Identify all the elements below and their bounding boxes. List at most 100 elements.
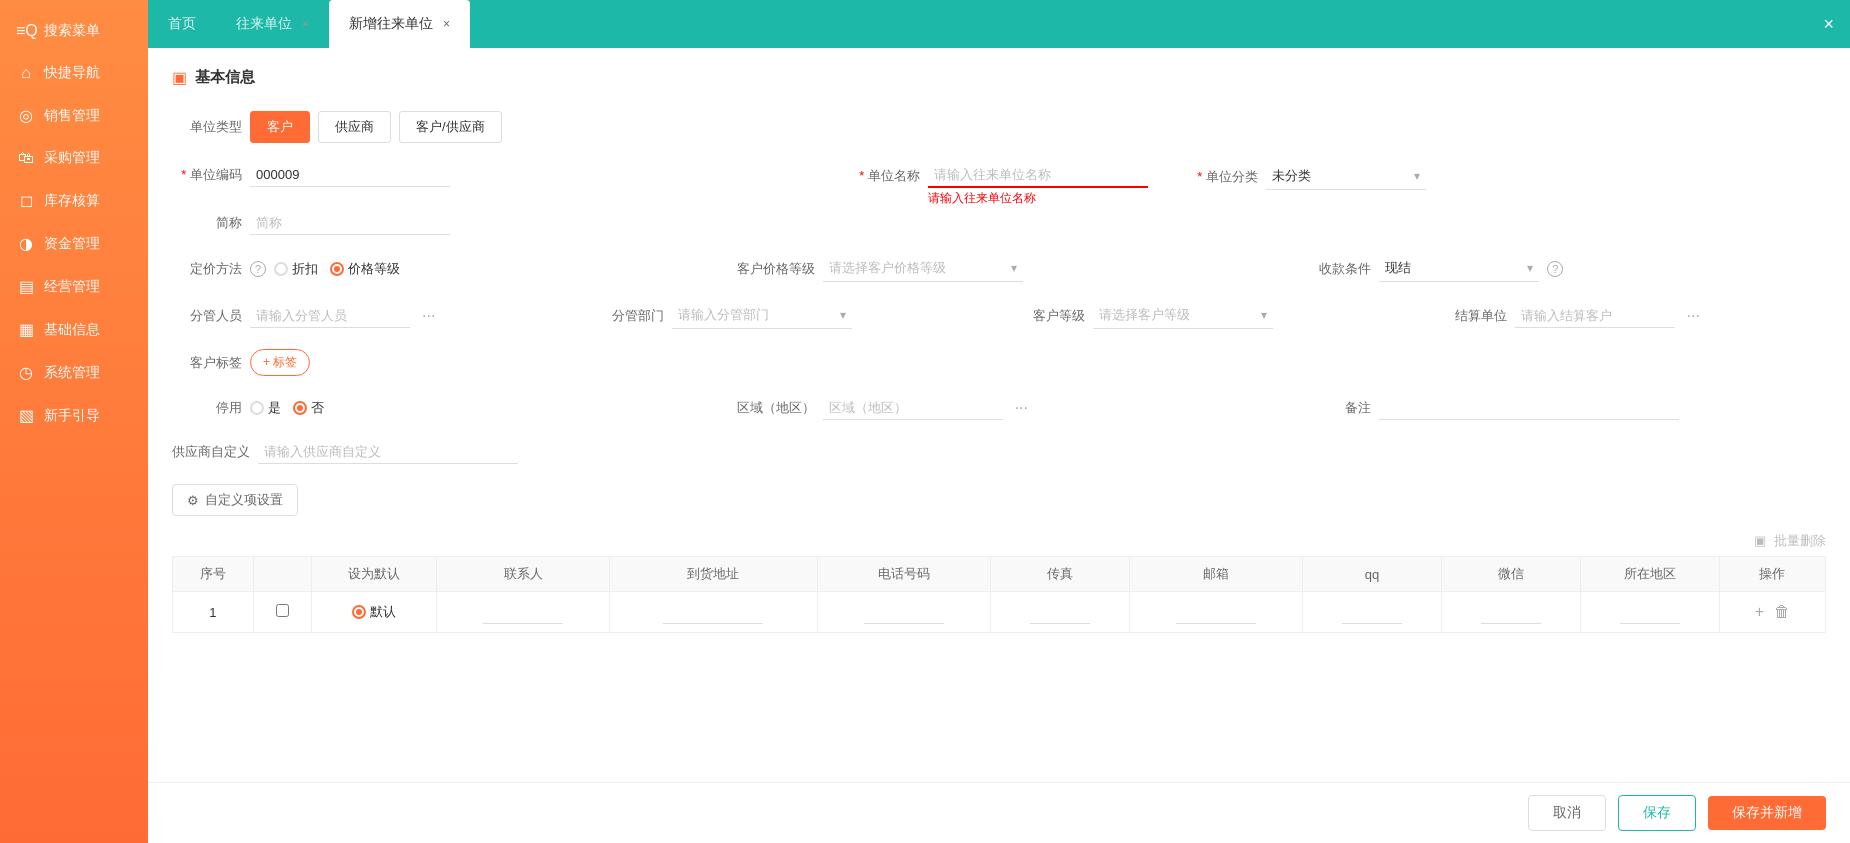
unit-category-select[interactable]: 未分类 ▾ <box>1266 163 1426 190</box>
table-body: 1 默认 <box>173 592 1826 633</box>
row-qq[interactable] <box>1303 592 1442 633</box>
customer-level-label: 客户等级 <box>1015 307 1085 325</box>
cancel-button[interactable]: 取消 <box>1528 795 1606 831</box>
row-wechat[interactable] <box>1441 592 1580 633</box>
system-icon: ◷ <box>16 363 36 382</box>
disable-yes-radio[interactable]: 是 <box>250 399 281 417</box>
customer-price-placeholder: 请选择客户价格等级 <box>829 259 1007 277</box>
col-contact: 联系人 <box>437 557 610 592</box>
pricing-discount-radio[interactable]: 折扣 <box>274 260 318 278</box>
disable-yes-label: 是 <box>268 399 281 417</box>
customer-level-select[interactable]: 请选择客户等级 ▾ <box>1093 302 1273 329</box>
pricing-method-field: 定价方法 ? 折扣 价格等级 <box>172 260 697 278</box>
disable-no-label: 否 <box>311 399 324 417</box>
pricing-help-icon[interactable]: ? <box>250 261 266 277</box>
row-email[interactable] <box>1129 592 1302 633</box>
pricing-price-level-radio[interactable]: 价格等级 <box>330 260 400 278</box>
row-default-radio[interactable]: 默认 <box>322 603 426 621</box>
row-address[interactable] <box>610 592 817 633</box>
row-default-label: 默认 <box>370 603 396 621</box>
custom-settings-button[interactable]: ⚙ 自定义项设置 <box>172 484 298 516</box>
section-header: ▣ 基本信息 <box>172 68 1826 87</box>
unit-name-input[interactable] <box>928 163 1148 188</box>
sidebar-item-inventory[interactable]: ◻ 库存核算 <box>0 179 148 222</box>
unit-type-supplier[interactable]: 供应商 <box>318 111 391 143</box>
disable-yes-dot <box>250 401 264 415</box>
row-checkbox[interactable] <box>276 604 289 617</box>
add-tag-button[interactable]: + 标签 <box>250 349 310 376</box>
tab-home[interactable]: 首页 <box>148 0 216 48</box>
row-contact[interactable] <box>437 592 610 633</box>
remark-label: 备注 <box>1301 399 1371 417</box>
payment-terms-select[interactable]: 现结 ▾ <box>1379 255 1539 282</box>
tab-partners[interactable]: 往来单位 × <box>216 0 329 48</box>
fax-input[interactable] <box>1030 600 1090 624</box>
row-fax[interactable] <box>990 592 1129 633</box>
main-close-button[interactable]: × <box>1823 14 1834 35</box>
section-title: 基本信息 <box>195 68 255 87</box>
short-name-label: 简称 <box>172 214 242 232</box>
sidebar-item-search[interactable]: ≡Q 搜索菜单 <box>0 10 148 52</box>
unit-code-input[interactable] <box>250 163 450 187</box>
pricing-method-label: 定价方法 <box>172 260 242 278</box>
settlement-input[interactable] <box>1515 304 1675 328</box>
unit-code-label: 单位编码 <box>172 166 242 184</box>
department-field: 分管部门 请输入分管部门 ▾ <box>594 302 984 329</box>
tab-new-partner-close[interactable]: × <box>443 17 450 31</box>
row-add-btn[interactable]: + <box>1755 603 1764 620</box>
unit-category-label: 单位分类 <box>1188 168 1258 186</box>
tab-new-partner[interactable]: 新增往来单位 × <box>329 0 470 48</box>
tab-bar: 首页 往来单位 × 新增往来单位 × × <box>148 0 1850 48</box>
save-new-button[interactable]: 保存并新增 <box>1708 796 1826 830</box>
supplier-custom-input[interactable] <box>258 440 518 464</box>
sidebar-item-quick-nav[interactable]: ⌂ 快捷导航 <box>0 52 148 94</box>
sidebar-item-operation[interactable]: ▤ 经营管理 <box>0 265 148 308</box>
tab-partners-close[interactable]: × <box>302 17 309 31</box>
unit-name-label: 单位名称 <box>850 167 920 185</box>
sidebar-item-guide[interactable]: ▧ 新手引导 <box>0 394 148 437</box>
pricing-row: 定价方法 ? 折扣 价格等级 客户价格等级 请选择客户价格等级 <box>172 255 1826 282</box>
region-table-input[interactable] <box>1620 600 1680 624</box>
sidebar-item-system[interactable]: ◷ 系统管理 <box>0 351 148 394</box>
phone-input[interactable] <box>864 600 944 624</box>
payment-terms-help-icon[interactable]: ? <box>1547 261 1563 277</box>
wechat-input[interactable] <box>1481 600 1541 624</box>
email-input[interactable] <box>1176 600 1256 624</box>
pricing-discount-dot <box>274 262 288 276</box>
sidebar-item-purchase[interactable]: 🛍 采购管理 <box>0 137 148 179</box>
row-delete-btn[interactable]: 🗑 <box>1774 603 1790 620</box>
sidebar-item-label: 基础信息 <box>44 321 100 339</box>
row-checkbox-cell <box>253 592 311 633</box>
batch-delete-label[interactable]: 批量删除 <box>1774 533 1826 548</box>
contact-input[interactable] <box>483 600 563 624</box>
sidebar-item-basic[interactable]: ▦ 基础信息 <box>0 308 148 351</box>
region-input[interactable] <box>823 396 1003 420</box>
short-name-input[interactable] <box>250 211 450 235</box>
customer-price-select[interactable]: 请选择客户价格等级 ▾ <box>823 255 1023 282</box>
pricing-price-level-label: 价格等级 <box>348 260 400 278</box>
unit-type-both[interactable]: 客户/供应商 <box>399 111 502 143</box>
operation-icon: ▤ <box>16 277 36 296</box>
row-phone[interactable] <box>817 592 990 633</box>
tab-home-label: 首页 <box>168 15 196 33</box>
disable-row: 停用 是 否 区域（地区） ··· 备注 <box>172 396 1826 420</box>
disable-no-radio[interactable]: 否 <box>293 399 324 417</box>
qq-input[interactable] <box>1342 600 1402 624</box>
supplier-custom-label: 供应商自定义 <box>172 443 250 461</box>
remark-input[interactable] <box>1379 396 1679 420</box>
sidebar-item-finance[interactable]: ◑ 资金管理 <box>0 222 148 265</box>
save-button[interactable]: 保存 <box>1618 795 1696 831</box>
row-region[interactable] <box>1580 592 1719 633</box>
settlement-more-btn[interactable]: ··· <box>1683 307 1704 325</box>
department-select[interactable]: 请输入分管部门 ▾ <box>672 302 852 329</box>
col-default: 设为默认 <box>311 557 436 592</box>
customer-level-field: 客户等级 请选择客户等级 ▾ <box>1015 302 1405 329</box>
unit-type-customer[interactable]: 客户 <box>250 111 310 143</box>
region-more-btn[interactable]: ··· <box>1011 399 1032 417</box>
address-input[interactable] <box>663 600 763 624</box>
sidebar-item-sales[interactable]: ◎ 销售管理 <box>0 94 148 137</box>
manager-more-btn[interactable]: ··· <box>418 307 439 325</box>
manager-input[interactable] <box>250 304 410 328</box>
customer-price-label: 客户价格等级 <box>737 260 815 278</box>
custom-settings-label: 自定义项设置 <box>205 491 283 509</box>
